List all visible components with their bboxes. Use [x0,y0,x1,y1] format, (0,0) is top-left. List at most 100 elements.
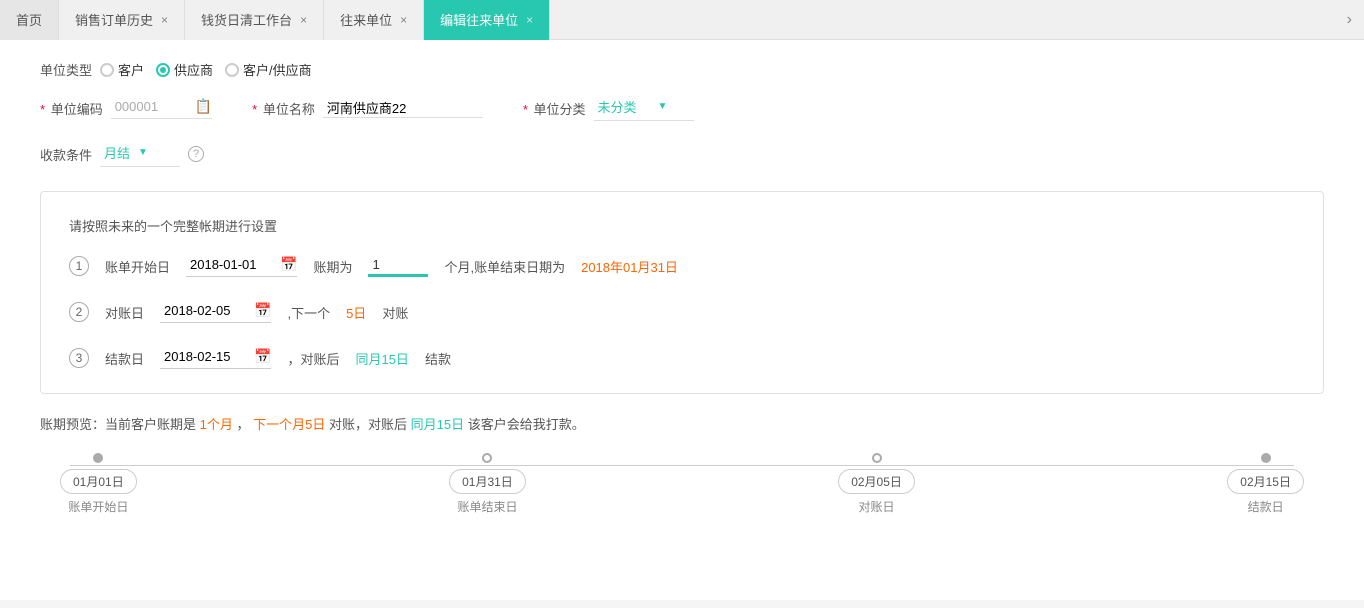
tab-more-button[interactable]: › [1335,11,1364,29]
timeline-point-end: 02月15日 结款日 [1227,453,1304,515]
tl-dot-3 [872,453,882,463]
tabs-bar: 首页 销售订单历史 × 钱货日清工作台 × 往来单位 × 编辑往来单位 × › [0,0,1364,40]
tl-label-1: 01月01日 [60,469,137,494]
tl-desc-3: 对账日 [859,498,895,515]
timeline-point-2: 01月31日 账单结束日 [449,453,526,515]
period-date-2-wrapper: 📅 [160,301,271,323]
unit-code-icon[interactable]: 📋 [195,98,212,115]
close-tab-partner-units[interactable]: × [400,13,407,27]
close-tab-sales-history[interactable]: × [161,13,168,27]
radio-circle-customer [100,63,114,77]
unit-category-select[interactable]: 未分类 ▼ [594,95,694,121]
unit-name-label: * 单位名称 [252,99,315,118]
unit-category-field: * 单位分类 未分类 ▼ [523,95,694,121]
payment-condition-field: 收款条件 月结 ▼ ? [40,141,204,167]
period-date-3-input[interactable] [160,347,250,366]
period-2-suffix-before: ,下一个 [287,303,330,322]
unit-name-input[interactable] [323,98,483,118]
required-star-category: * [523,102,528,117]
timeline: 01月01日 账单开始日 01月31日 账单结束日 02月05日 对账日 02月… [60,453,1304,515]
period-3-suffix-after: 结款 [425,349,451,368]
unit-code-label: * 单位编码 [40,99,103,118]
tl-label-4: 02月15日 [1227,469,1304,494]
payment-condition-value: 月结 [100,141,134,164]
unit-category-arrow-icon: ▼ [658,101,668,112]
period-date-1-wrapper: 📅 [186,255,297,277]
unit-type-label: 单位类型 [40,60,92,79]
tab-sales-history[interactable]: 销售订单历史 × [59,0,185,40]
tab-partner-units[interactable]: 往来单位 × [324,0,424,40]
payment-condition-select[interactable]: 月结 ▼ [100,141,180,167]
period-date-3-wrapper: 📅 [160,347,271,369]
section-title: 请按照未来的一个完整帐期进行设置 [69,216,1295,235]
unit-category-value: 未分类 [594,95,654,118]
period-num-2: 2 [69,302,89,322]
period-row-1: 1 账单开始日 📅 账期为 个月,账单结束日期为 2018年01月31日 [69,255,1295,277]
preview-text: 账期预览：当前客户账期是 1个月 ， 下一个月5日 对账，对账后 同月15日 该… [40,414,1324,433]
payment-condition-label: 收款条件 [40,145,92,164]
period-label-2: 对账日 [105,303,144,322]
unit-code-input[interactable] [111,97,191,116]
required-star-name: * [252,102,257,117]
period-months-wrapper [368,255,428,277]
period-row-2: 2 对账日 📅 ,下一个 5日 对账 [69,301,1295,323]
radio-label-customer: 客户 [118,60,144,79]
period-label-1: 账单开始日 [105,257,170,276]
period-end-date: 2018年01月31日 [581,257,678,276]
period-num-1: 1 [69,256,89,276]
tl-desc-4: 结款日 [1248,498,1284,515]
timeline-point-3: 02月05日 对账日 [838,453,915,515]
preview-p1: 1个月 [200,417,233,432]
tl-dot-2 [482,453,492,463]
tl-label-3: 02月05日 [838,469,915,494]
radio-circle-both [225,63,239,77]
unit-type-radio-group: 客户 供应商 客户/供应商 [100,60,312,79]
period-2-highlight: 5日 [346,303,366,322]
tl-desc-2: 账单结束日 [457,498,517,515]
page-content: 单位类型 客户 供应商 客户/供应商 * 单位编码 [0,40,1364,600]
calendar-icon-3[interactable]: 📅 [254,348,271,365]
unit-info-row: * 单位编码 📋 * 单位名称 * 单位分类 未分类 ▼ [40,95,1324,121]
unit-type-field: 单位类型 客户 供应商 客户/供应商 [40,60,312,79]
unit-type-row: 单位类型 客户 供应商 客户/供应商 [40,60,1324,79]
tab-edit-partner[interactable]: 编辑往来单位 × [424,0,550,40]
close-tab-edit-partner[interactable]: × [526,13,533,27]
tab-home[interactable]: 首页 [0,0,59,40]
payment-condition-arrow-icon: ▼ [138,147,148,158]
period-months-input[interactable] [368,255,428,276]
preview-p3: 同月15日 [411,417,464,432]
close-tab-cash-work[interactable]: × [300,13,307,27]
tl-dot-end [1261,453,1271,463]
period-row-3: 3 结款日 📅 ，对账后 同月15日 结款 [69,347,1295,369]
tl-label-2: 01月31日 [449,469,526,494]
radio-label-supplier: 供应商 [174,60,213,79]
timeline-point-start: 01月01日 账单开始日 [60,453,137,515]
tab-cash-work[interactable]: 钱货日清工作台 × [185,0,324,40]
period-3-highlight: 同月15日 [355,349,408,368]
period-label-3: 结款日 [105,349,144,368]
tl-dot-start [93,453,103,463]
period-2-suffix-after: 对账 [382,303,408,322]
period-date-1-input[interactable] [186,255,276,274]
period-3-suffix-before: ，对账后 [287,349,339,368]
required-star-code: * [40,102,45,117]
unit-name-field: * 单位名称 [252,98,483,118]
period-period-label: 账期为 [313,257,352,276]
radio-customer[interactable]: 客户 [100,60,144,79]
calendar-icon-2[interactable]: 📅 [254,302,271,319]
unit-code-input-wrapper: 📋 [111,97,212,119]
calendar-icon-1[interactable]: 📅 [280,256,297,273]
period-num-3: 3 [69,348,89,368]
payment-condition-row: 收款条件 月结 ▼ ? [40,141,1324,167]
radio-label-both: 客户/供应商 [243,60,312,79]
tl-desc-1: 账单开始日 [68,498,128,515]
unit-category-label: * 单位分类 [523,99,586,118]
radio-supplier[interactable]: 供应商 [156,60,213,79]
preview-p2: 下一个月5日 [253,417,325,432]
payment-help-icon[interactable]: ? [188,146,204,162]
unit-code-field: * 单位编码 📋 [40,97,212,119]
period-date-2-input[interactable] [160,301,250,320]
radio-both[interactable]: 客户/供应商 [225,60,312,79]
period-unit-text: 个月,账单结束日期为 [444,257,565,276]
radio-circle-supplier [156,63,170,77]
